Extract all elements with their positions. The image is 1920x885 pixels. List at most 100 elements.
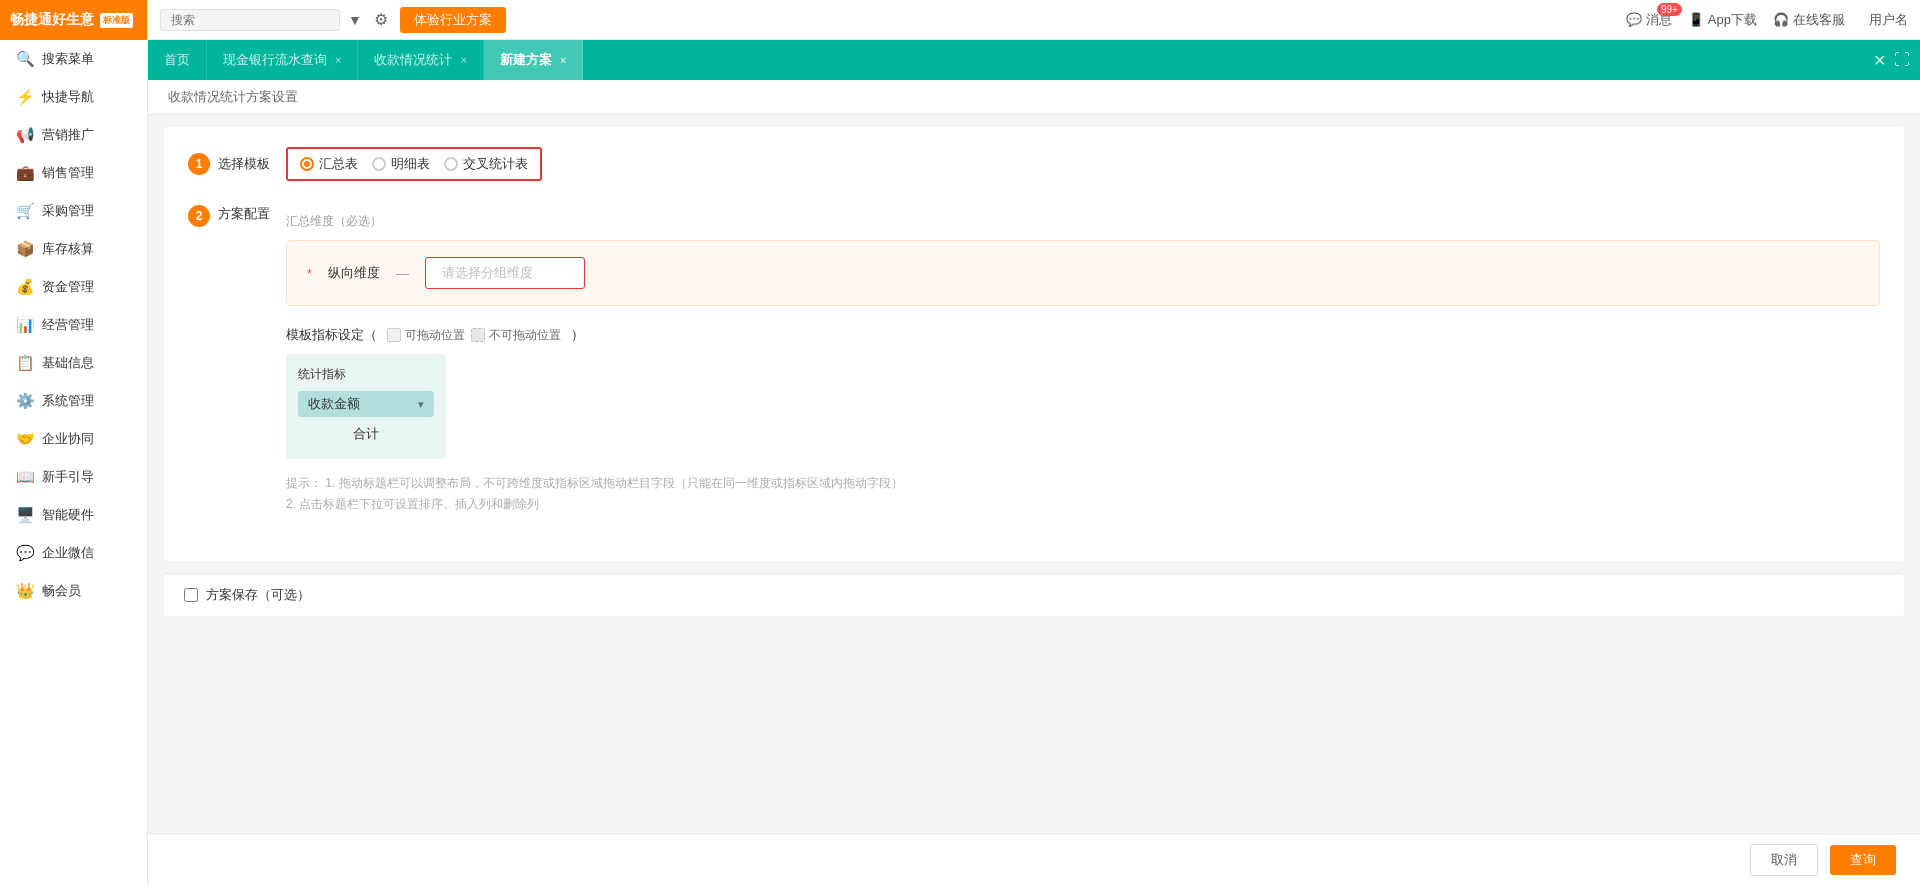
- fixed-dot: [471, 328, 485, 342]
- fixed-legend: 不可拖动位置: [471, 327, 561, 344]
- download-item[interactable]: 📱 App下载: [1688, 11, 1757, 29]
- sidebar-icon-8: 📋: [16, 354, 34, 372]
- radio-label-1: 明细表: [391, 155, 430, 173]
- industry-button[interactable]: 体验行业方案: [400, 7, 506, 33]
- dimension-select[interactable]: 请选择分组维度: [425, 257, 585, 289]
- app-badge: 标准版: [100, 13, 133, 28]
- sidebar-icon-13: 💬: [16, 544, 34, 562]
- nav-tab-2[interactable]: 收款情况统计×: [358, 40, 483, 80]
- sidebar-label-14: 畅会员: [42, 582, 81, 600]
- download-icon: 📱: [1688, 12, 1704, 27]
- sidebar-label-4: 采购管理: [42, 202, 94, 220]
- metrics-title-text: 模板指标设定（: [286, 326, 377, 344]
- radio-dot-0: [300, 157, 314, 171]
- nav-tabs: 首页现金银行流水查询×收款情况统计× 新建方案 × ✕ ⛶: [148, 40, 1920, 80]
- sidebar-label-2: 营销推广: [42, 126, 94, 144]
- radio-label-2: 交叉统计表: [463, 155, 528, 173]
- drag-legend: 可拖动位置 不可拖动位置: [387, 327, 561, 344]
- step1-circle: 1: [188, 153, 210, 175]
- sidebar-item-4[interactable]: 🛒采购管理: [0, 192, 147, 230]
- cancel-button[interactable]: 取消: [1750, 844, 1818, 876]
- sidebar-label-11: 新手引导: [42, 468, 94, 486]
- content-area: 收款情况统计方案设置 1 选择模板 汇总表明细表交叉统计表 2 方案配置 汇总维…: [148, 80, 1920, 885]
- nav-tab-close-2[interactable]: ×: [460, 54, 466, 66]
- metric-name: 收款金额: [308, 395, 360, 413]
- sidebar-item-8[interactable]: 📋 基础信息: [0, 344, 147, 382]
- sidebar-icon-10: 🤝: [16, 430, 34, 448]
- sidebar-item-7[interactable]: 📊经营管理: [0, 306, 147, 344]
- close-window-icon[interactable]: ✕: [1873, 51, 1886, 70]
- dimension-arrow: —: [396, 266, 409, 281]
- sidebar-icon-0: 🔍: [16, 50, 34, 68]
- save-checkbox[interactable]: [184, 588, 198, 602]
- radio-option-0[interactable]: 汇总表: [300, 155, 358, 173]
- metrics-title-close: ）: [571, 326, 584, 344]
- metrics-config: 模板指标设定（ 可拖动位置 不可拖动位置: [286, 326, 1880, 459]
- radio-label-0: 汇总表: [319, 155, 358, 173]
- sidebar-item-14[interactable]: 👑畅会员: [0, 572, 147, 610]
- sidebar-item-9[interactable]: ⚙️系统管理: [0, 382, 147, 420]
- radio-group: 汇总表 明细表 交叉统计表: [300, 155, 528, 173]
- radio-option-2[interactable]: 交叉统计表: [444, 155, 528, 173]
- sidebar-label-3: 销售管理: [42, 164, 94, 182]
- message-icon: 💬: [1626, 12, 1642, 27]
- footer-bar: 取消 查询: [148, 833, 1920, 885]
- sidebar-item-3[interactable]: 💼 销售管理: [0, 154, 147, 192]
- draggable-label: 可拖动位置: [405, 327, 465, 344]
- dropdown-button[interactable]: ▼: [348, 12, 362, 28]
- sidebar-item-10[interactable]: 🤝企业协同: [0, 420, 147, 458]
- sidebar-label-8: 基础信息: [42, 354, 94, 372]
- sidebar-item-11[interactable]: 📖新手引导: [0, 458, 147, 496]
- hint-row-1: 2. 点击标题栏下拉可设置排序、插入列和删除列: [286, 496, 1880, 513]
- service-label: 在线客服: [1793, 11, 1845, 29]
- sidebar-label-1: 快捷导航: [42, 88, 94, 106]
- service-item[interactable]: 🎧 在线客服: [1773, 11, 1845, 29]
- sidebar-item-2[interactable]: 📢 营销推广: [0, 116, 147, 154]
- step2-circle: 2: [188, 205, 210, 227]
- app-name: 畅捷通好生意: [10, 11, 94, 29]
- nav-tab-label-3: 新建方案: [500, 51, 552, 69]
- step2-label: 方案配置: [218, 205, 270, 223]
- sidebar-label-6: 资金管理: [42, 278, 94, 296]
- nav-tab-close-3[interactable]: ×: [560, 54, 566, 66]
- step1-row: 1 选择模板 汇总表明细表交叉统计表: [188, 147, 1880, 181]
- gear-icon[interactable]: ⚙: [374, 10, 388, 29]
- search-input[interactable]: [160, 9, 340, 31]
- sidebar-nav: 🔍 搜索菜单 ⚡快捷导航 📢 营销推广 💼 销售管理 🛒采购管理📦库存核算 💰 资金管理 📊经营管理…: [0, 40, 147, 885]
- sidebar-item-13[interactable]: 💬企业微信: [0, 534, 147, 572]
- sidebar: 畅捷通好生意 标准版 🔍 搜索菜单 ⚡快捷导航 📢 营销推广 💼 销售管理 🛒采购管理📦库存核…: [0, 0, 148, 885]
- metric-dropdown-icon: ▾: [418, 398, 424, 411]
- nav-tab-close-1[interactable]: ×: [335, 54, 341, 66]
- sidebar-icon-2: 📢: [16, 126, 34, 144]
- form-section: 1 选择模板 汇总表明细表交叉统计表 2 方案配置 汇总维度（必选）: [164, 127, 1904, 561]
- metric-total: 合计: [298, 421, 434, 447]
- draggable-legend: 可拖动位置: [387, 327, 465, 344]
- sidebar-item-0[interactable]: 🔍 搜索菜单: [0, 40, 147, 78]
- sidebar-item-12[interactable]: 🖥️智能硬件: [0, 496, 147, 534]
- sidebar-label-0: 搜索菜单: [42, 50, 94, 68]
- sidebar-item-1[interactable]: ⚡快捷导航: [0, 78, 147, 116]
- template-select-box: 汇总表 明细表 交叉统计表: [286, 147, 542, 181]
- config-section: 汇总维度（必选） * 纵向维度 — 请选择分组维度: [286, 213, 1880, 517]
- user-name: 用户名: [1869, 11, 1908, 29]
- nav-tab-3[interactable]: 新建方案 ×: [484, 40, 583, 80]
- sidebar-label-9: 系统管理: [42, 392, 94, 410]
- nav-tab-0[interactable]: 首页: [148, 40, 207, 80]
- metric-tag[interactable]: 收款金额 ▾: [298, 391, 434, 417]
- radio-option-1[interactable]: 明细表: [372, 155, 430, 173]
- sidebar-item-6[interactable]: 💰 资金管理: [0, 268, 147, 306]
- nav-tabs-right: ✕ ⛶: [1863, 40, 1920, 80]
- sidebar-icon-6: 💰: [16, 278, 34, 296]
- notification-item[interactable]: 💬 消息 99+: [1626, 11, 1672, 29]
- sidebar-icon-7: 📊: [16, 316, 34, 334]
- sidebar-icon-3: 💼: [16, 164, 34, 182]
- maximize-icon[interactable]: ⛶: [1894, 51, 1910, 69]
- nav-tab-1[interactable]: 现金银行流水查询×: [207, 40, 358, 80]
- notification-badge: 99+: [1657, 3, 1682, 16]
- query-button[interactable]: 查询: [1830, 845, 1896, 875]
- sidebar-label-5: 库存核算: [42, 240, 94, 258]
- save-row: 方案保存（可选）: [164, 573, 1904, 616]
- sidebar-item-5[interactable]: 📦库存核算: [0, 230, 147, 268]
- dimension-title: 汇总维度（必选）: [286, 213, 1880, 230]
- radio-dot-2: [444, 157, 458, 171]
